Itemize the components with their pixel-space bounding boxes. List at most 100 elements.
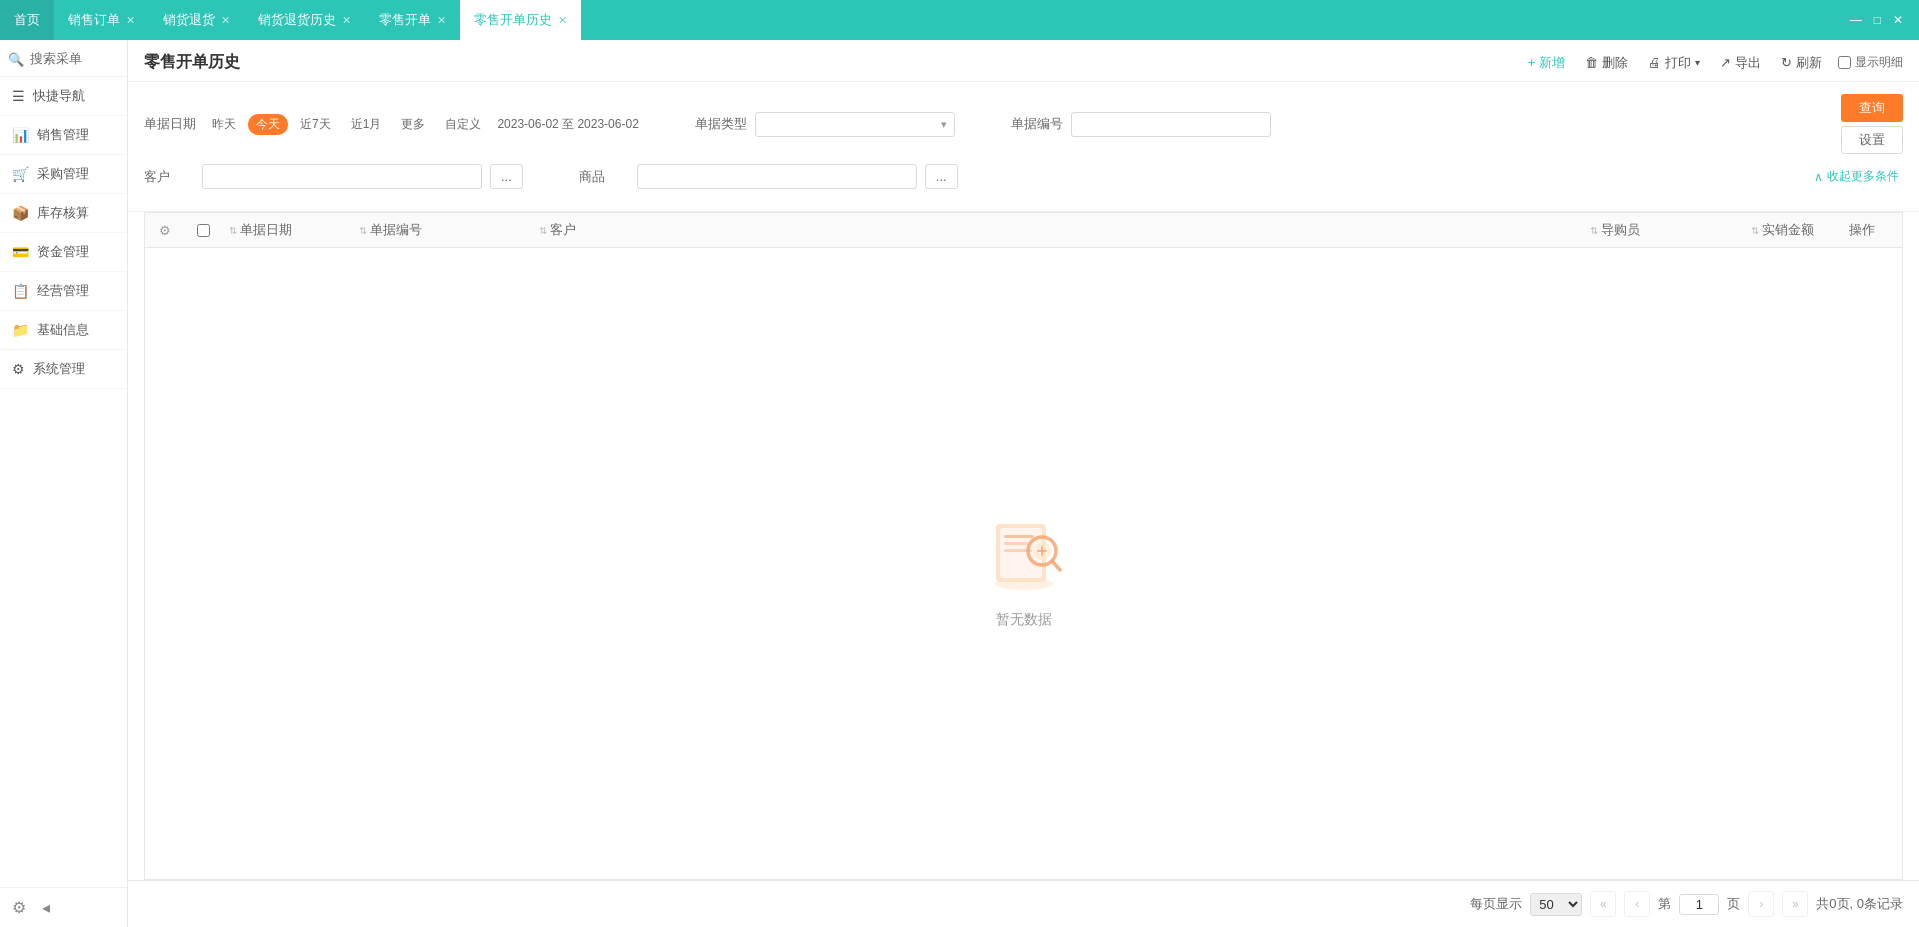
export-button[interactable]: ↗ 导出 (1716, 54, 1765, 72)
th-settings[interactable]: ⚙ (145, 223, 185, 238)
sort-guide-icon[interactable]: ⇅ (1590, 225, 1598, 236)
svg-rect-3 (1004, 535, 1034, 538)
svg-rect-4 (1004, 542, 1028, 545)
window-controls: — □ ✕ (1834, 13, 1919, 27)
sidebar-icon-base: 📁 (12, 322, 29, 338)
sort-date-icon[interactable]: ⇅ (229, 225, 237, 236)
doc-type-select[interactable] (755, 112, 955, 137)
sidebar-item-nav[interactable]: ☰快捷导航 (0, 77, 127, 116)
toolbar: + 新增 🗑 删除 🖨 打印 ▾ ↗ 导出 ↻ 刷新 (1524, 54, 1903, 72)
collapse-icon: ∧ (1814, 170, 1823, 184)
sidebar-search[interactable]: 🔍 搜索采单 (0, 40, 127, 77)
doc-number-input[interactable] (1071, 112, 1271, 137)
table-header: ⚙ ⇅ 单据日期 ⇅ 单据编号 ⇅ 客户 ⇅ (144, 212, 1903, 247)
sort-number-icon[interactable]: ⇅ (359, 225, 367, 236)
minimize-btn[interactable]: — (1850, 13, 1862, 27)
empty-state: 暂无数据 (974, 499, 1074, 629)
last-page-btn[interactable]: » (1782, 891, 1808, 917)
collapse-button[interactable]: ∧ 收起更多条件 (1810, 164, 1903, 189)
date-btn-custom[interactable]: 自定义 (437, 114, 489, 135)
sidebar-icon-inventory: 📦 (12, 205, 29, 221)
nav-tab-retail-open-history[interactable]: 零售开单历史✕ (460, 0, 581, 40)
table-area: ⚙ ⇅ 单据日期 ⇅ 单据编号 ⇅ 客户 ⇅ (128, 212, 1919, 880)
goods-ellipsis-btn[interactable]: ... (925, 164, 958, 189)
tab-close-retail-open[interactable]: ✕ (437, 14, 446, 27)
date-btn-today[interactable]: 今天 (248, 114, 288, 135)
filter-area: 单据日期 昨天 今天 近7天 近1月 更多 自定义 2023-06-02 至 2… (128, 82, 1919, 212)
refresh-button[interactable]: ↻ 刷新 (1777, 54, 1826, 72)
per-page-select[interactable]: 50 10 20 100 (1530, 893, 1582, 916)
table-body: 暂无数据 (144, 247, 1903, 880)
sort-customer-icon[interactable]: ⇅ (539, 225, 547, 236)
tab-close-sales-return-history[interactable]: ✕ (342, 14, 351, 27)
doc-type-filter: 单据类型 (695, 112, 955, 137)
sidebar-icon-system: ⚙ (12, 361, 25, 377)
th-number: ⇅ 单据编号 (351, 221, 531, 239)
sidebar-item-ops[interactable]: 📋经营管理 (0, 272, 127, 311)
content-area: 零售开单历史 + 新增 🗑 删除 🖨 打印 ▾ ↗ 导出 ↻ (128, 40, 1919, 927)
nav-tab-sales-return-history[interactable]: 销货退货历史✕ (244, 0, 365, 40)
delete-icon: 🗑 (1585, 55, 1598, 70)
sidebar-search-label: 搜索采单 (30, 50, 82, 68)
sidebar-item-system[interactable]: ⚙系统管理 (0, 350, 127, 389)
settings-button[interactable]: 设置 (1841, 126, 1903, 154)
nav-tab-retail-open[interactable]: 零售开单✕ (365, 0, 460, 40)
sidebar-label-base: 基础信息 (37, 321, 89, 339)
sidebar-item-base[interactable]: 📁 基础信息 (0, 311, 127, 350)
date-filter-label: 单据日期 (144, 115, 196, 133)
print-button[interactable]: 🖨 打印 ▾ (1644, 54, 1704, 72)
delete-button[interactable]: 🗑 删除 (1581, 54, 1632, 72)
date-filter-buttons: 昨天 今天 近7天 近1月 更多 自定义 (204, 114, 489, 135)
next-page-btn[interactable]: › (1748, 891, 1774, 917)
tab-close-retail-open-history[interactable]: ✕ (558, 14, 567, 27)
sidebar-icon-purchase: 🛒 (12, 166, 29, 182)
window-close-btn[interactable]: ✕ (1893, 13, 1903, 27)
th-date: ⇅ 单据日期 (221, 221, 351, 239)
sidebar-icon-ops: 📋 (12, 283, 29, 299)
settings-icon[interactable]: ⚙ (12, 898, 26, 917)
search-icon: 🔍 (8, 52, 24, 67)
nav-tab-home[interactable]: 首页 (0, 0, 54, 40)
sidebar-label-finance: 资金管理 (37, 243, 89, 261)
maximize-btn[interactable]: □ (1874, 13, 1881, 27)
th-customer: ⇅ 客户 (531, 221, 1582, 239)
sidebar-label-inventory: 库存核算 (37, 204, 89, 222)
date-btn-more[interactable]: 更多 (393, 114, 433, 135)
sidebar-item-finance[interactable]: 💳 资金管理 (0, 233, 127, 272)
filter-row-1: 单据日期 昨天 今天 近7天 近1月 更多 自定义 2023-06-02 至 2… (144, 94, 1903, 154)
doc-type-label: 单据类型 (695, 115, 747, 133)
sidebar-item-inventory[interactable]: 📦 库存核算 (0, 194, 127, 233)
refresh-icon: ↻ (1781, 55, 1792, 70)
svg-line-8 (1052, 561, 1060, 570)
sidebar-item-sales[interactable]: 📊销售管理 (0, 116, 127, 155)
filter-row-2: 客户 ... 商品 ... ∧ 收起更多条件 (144, 164, 1903, 189)
customer-label: 客户 (144, 168, 194, 186)
print-icon: 🖨 (1648, 55, 1661, 70)
customer-input[interactable] (202, 164, 482, 189)
sidebar-label-purchase: 采购管理 (37, 165, 89, 183)
date-btn-7days[interactable]: 近7天 (292, 114, 339, 135)
total-info: 共0页, 0条记录 (1816, 895, 1903, 913)
first-page-btn[interactable]: « (1590, 891, 1616, 917)
select-all-checkbox[interactable] (197, 224, 210, 237)
display-checkbox[interactable] (1838, 56, 1851, 69)
display-toggle[interactable]: 显示明细 (1838, 54, 1903, 71)
page-suffix: 页 (1727, 895, 1740, 913)
page-title: 零售开单历史 (144, 52, 240, 73)
sort-amount-icon[interactable]: ⇅ (1751, 225, 1759, 236)
sidebar-icon-finance: 💳 (12, 244, 29, 260)
sidebar-item-purchase[interactable]: 🛒 采购管理 (0, 155, 127, 194)
query-button[interactable]: 查询 (1841, 94, 1903, 122)
goods-input[interactable] (637, 164, 917, 189)
collapse-sidebar-icon[interactable]: ◂ (42, 898, 50, 917)
add-button[interactable]: + 新增 (1524, 54, 1569, 72)
nav-tab-sales-order[interactable]: 销售订单✕ (54, 0, 149, 40)
date-btn-yesterday[interactable]: 昨天 (204, 114, 244, 135)
customer-ellipsis-btn[interactable]: ... (490, 164, 523, 189)
prev-page-btn[interactable]: ‹ (1624, 891, 1650, 917)
page-number-input[interactable] (1679, 894, 1719, 915)
tab-close-sales-return[interactable]: ✕ (221, 14, 230, 27)
nav-tab-sales-return[interactable]: 销货退货✕ (149, 0, 244, 40)
tab-close-sales-order[interactable]: ✕ (126, 14, 135, 27)
date-btn-1month[interactable]: 近1月 (343, 114, 390, 135)
